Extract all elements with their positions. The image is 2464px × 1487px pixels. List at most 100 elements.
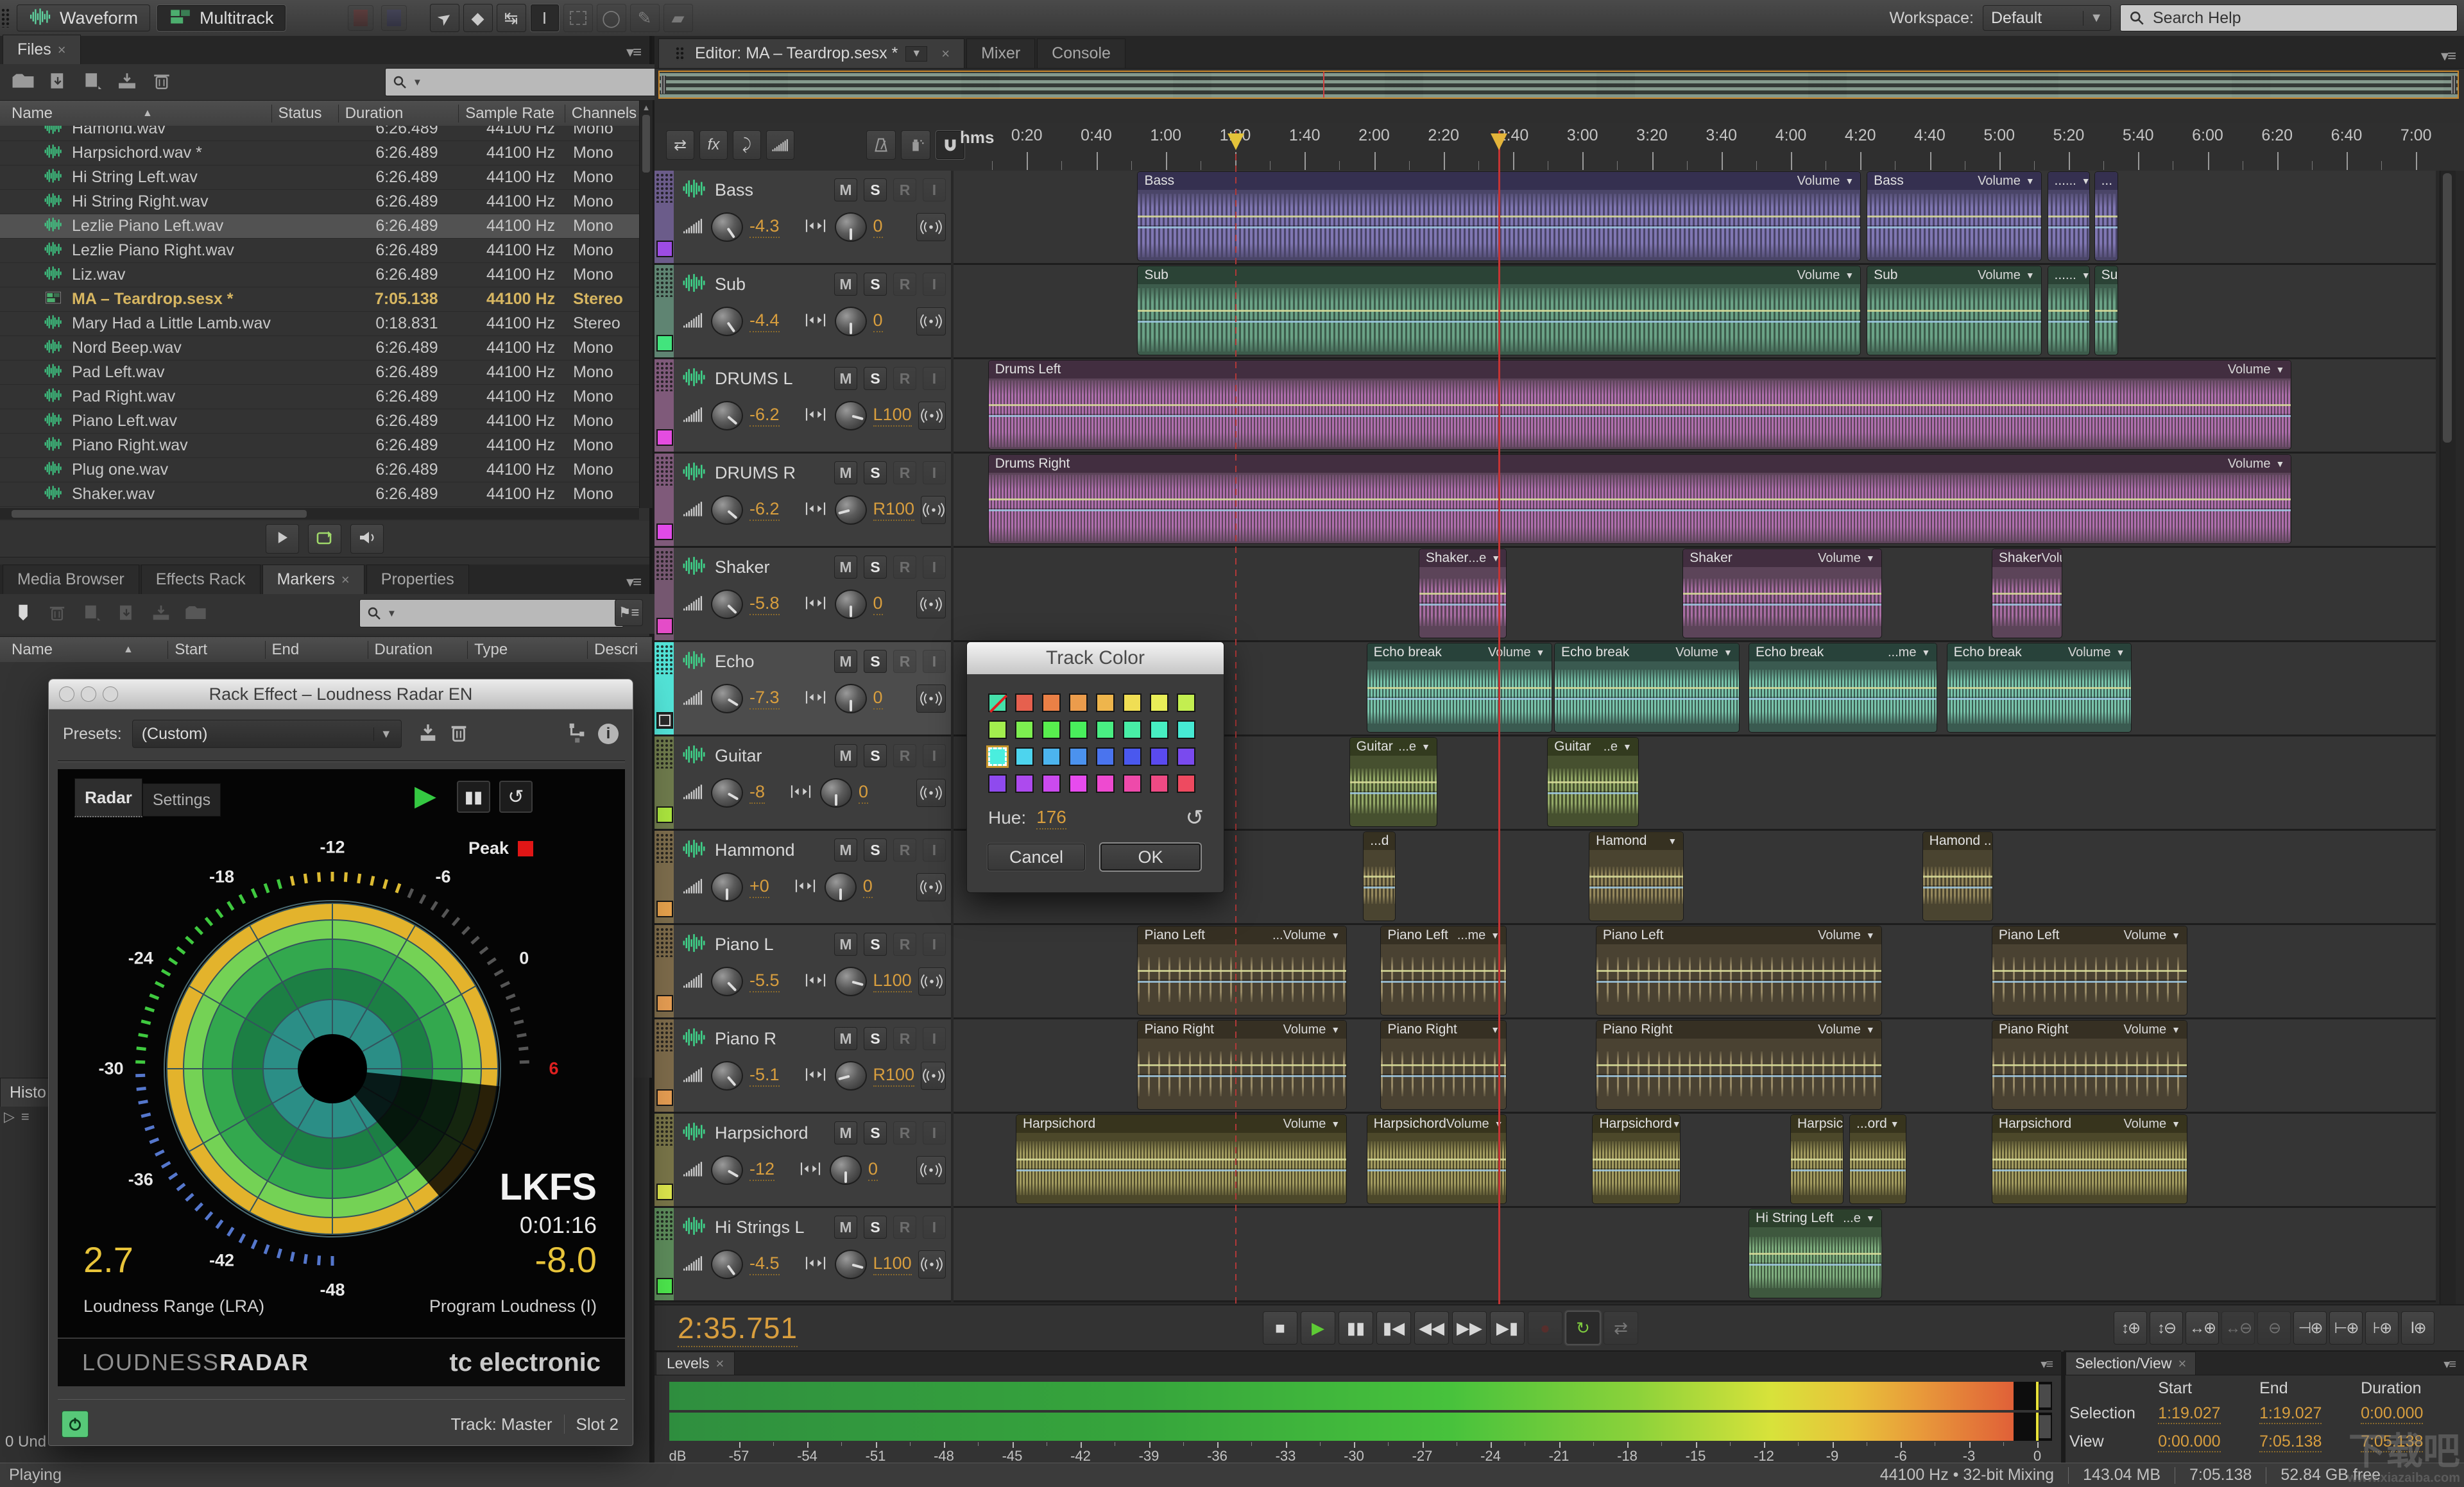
solo-button[interactable]: S <box>864 838 887 862</box>
marker-filter-icon[interactable]: ⚑≡ <box>615 599 643 626</box>
track-header-harpsichord[interactable]: Harpsichord M S R I -12 0 <box>654 1114 951 1208</box>
color-swatch[interactable] <box>1069 693 1088 712</box>
color-swatch[interactable] <box>1150 774 1168 793</box>
input-monitor-button[interactable]: I <box>923 838 946 862</box>
mute-button[interactable]: M <box>834 838 857 862</box>
color-swatch[interactable] <box>1096 693 1115 712</box>
move-tool[interactable]: ➤ <box>429 4 459 32</box>
zoom-in-vertical-button[interactable]: ↕⊕ <box>2114 1311 2147 1345</box>
delete-preset-trash-icon[interactable] <box>448 722 470 746</box>
volume-knob[interactable] <box>711 1250 743 1279</box>
track-header-piano-l[interactable]: Piano L M S R I -5.5 L100 <box>654 925 951 1019</box>
chevron-down-icon[interactable]: ▼ <box>1921 647 1930 658</box>
track-header-drums-l[interactable]: DRUMS L M S R I -6.2 L100 <box>654 359 951 454</box>
sends-button[interactable] <box>918 402 946 430</box>
track-name[interactable]: Echo <box>715 652 755 672</box>
input-monitor-button[interactable]: I <box>923 461 946 484</box>
close-icon[interactable]: × <box>941 46 950 62</box>
input-monitor-button[interactable]: I <box>923 650 946 673</box>
tab-effects-rack[interactable]: Effects Rack <box>141 565 261 594</box>
pan-knob[interactable] <box>834 401 867 430</box>
mute-button[interactable]: M <box>834 1121 857 1144</box>
volume-envelope-line[interactable] <box>1596 1064 1881 1066</box>
audio-clip[interactable]: Piano Right Volume ▼ <box>1992 1021 2187 1109</box>
audio-clip[interactable]: Hi String Left ...e ▼ <box>1749 1209 1881 1298</box>
chevron-down-icon[interactable]: ▼ <box>1724 647 1733 658</box>
file-row[interactable]: Mary Had a Little Lamb.wav 0:18.831 44100 … <box>0 312 639 336</box>
solo-button[interactable]: S <box>864 273 887 296</box>
mute-button[interactable]: M <box>834 933 857 956</box>
color-swatch[interactable] <box>1123 720 1142 739</box>
audio-clip[interactable]: Harpsic... <box>1791 1115 1844 1203</box>
input-monitor-button[interactable]: I <box>923 933 946 956</box>
record-arm-button[interactable]: R <box>893 1216 916 1239</box>
chevron-down-icon[interactable]: ▼ <box>2082 176 2090 186</box>
volume-value[interactable]: -12 <box>749 1159 775 1181</box>
mute-button[interactable]: M <box>834 461 857 484</box>
import-file-icon[interactable] <box>45 71 71 94</box>
info-icon[interactable]: i <box>598 724 619 744</box>
input-monitor-button[interactable]: I <box>923 556 946 579</box>
marquee-tool[interactable] <box>563 4 593 32</box>
tab-selection-view[interactable]: Selection/View × <box>2066 1352 2196 1375</box>
volume-knob[interactable] <box>711 1061 743 1091</box>
color-swatch[interactable] <box>1069 774 1088 793</box>
track-color-square[interactable] <box>656 1184 673 1200</box>
zoom-in-horizontal-button[interactable]: ↔⊕ <box>2186 1311 2219 1345</box>
volume-knob[interactable] <box>711 967 743 996</box>
pan-value[interactable]: 0 <box>873 216 883 238</box>
volume-envelope-line[interactable] <box>1683 592 1881 595</box>
export-icon[interactable] <box>149 602 173 625</box>
column-header-channels[interactable]: Channels <box>572 105 639 123</box>
track-lane-shaker[interactable]: Shaker...e▼ ShakerVolume▼ ShakerVolume▼ <box>954 548 2436 642</box>
selview-start-value[interactable]: 0:00.000 <box>2158 1432 2221 1452</box>
sends-button[interactable] <box>921 496 946 524</box>
zoom-out-point-button[interactable]: ⊢⊕ <box>2329 1311 2363 1345</box>
volume-knob[interactable] <box>711 872 743 902</box>
column-header-status[interactable]: Status <box>278 105 332 123</box>
pan-value[interactable]: R100 <box>873 499 915 521</box>
audio-clip[interactable]: Sub <box>2094 266 2118 355</box>
chevron-down-icon[interactable]: ▼ <box>1421 742 1430 752</box>
zoom-out-horizontal-button[interactable]: ↔⊖ <box>2221 1311 2255 1345</box>
pan-envelope-line[interactable] <box>1548 792 1638 795</box>
dialog-titlebar[interactable]: Track Color <box>967 642 1224 674</box>
volume-envelope-line[interactable] <box>1867 215 2041 217</box>
audio-clip[interactable]: Guitar ..e ▼ <box>1548 738 1638 826</box>
pan-envelope-line[interactable] <box>1683 604 1881 606</box>
solo-button[interactable]: S <box>864 178 887 201</box>
record-arm-button[interactable]: R <box>893 1027 916 1050</box>
markers-column-header[interactable]: Name ▲ Start End Duration Type Descri <box>0 636 652 663</box>
color-swatch[interactable] <box>1123 693 1142 712</box>
track-name[interactable]: Hammond <box>715 840 795 860</box>
color-swatch[interactable] <box>1096 774 1115 793</box>
tab-media-browser[interactable]: Media Browser <box>3 565 139 594</box>
skip-to-end-button[interactable]: ▶▮ <box>1490 1311 1525 1345</box>
audio-clip[interactable]: ...... ▼ <box>2048 172 2090 260</box>
audio-clip[interactable]: Echo break Volume ▼ <box>1554 643 1739 732</box>
quick-import-icon[interactable] <box>114 71 140 94</box>
solo-button[interactable]: S <box>864 461 887 484</box>
input-monitor-button[interactable]: I <box>923 1121 946 1144</box>
add-marker-icon[interactable] <box>10 602 35 625</box>
record-arm-button[interactable]: R <box>893 367 916 390</box>
color-swatch[interactable] <box>1177 693 1195 712</box>
zoom-out-vertical-button[interactable]: ↕⊖ <box>2150 1311 2183 1345</box>
track-color-square[interactable] <box>656 1089 673 1106</box>
track-color-square[interactable] <box>656 618 673 634</box>
track-color-strip[interactable] <box>654 642 674 735</box>
track-header-guitar[interactable]: Guitar M S R I -8 0 <box>654 736 951 831</box>
track-color-square[interactable] <box>656 335 673 352</box>
column-header-name[interactable]: Name ▲ <box>0 105 265 123</box>
pan-envelope-line[interactable] <box>1593 1169 1680 1172</box>
timeline-ruler[interactable]: ⇄fx⤸ hms 0:200:401:001:201:402:002:202:4… <box>654 123 2464 171</box>
save-preset-icon[interactable] <box>417 722 439 746</box>
record-button[interactable]: ● <box>1528 1311 1562 1345</box>
file-row[interactable]: Hi String Right.wav 6:26.489 44100 Hz Mono <box>0 190 639 214</box>
pan-value[interactable]: L100 <box>873 405 912 427</box>
volume-envelope-line[interactable] <box>1349 781 1437 783</box>
volume-envelope-line[interactable] <box>2048 309 2090 312</box>
pan-envelope-line[interactable] <box>1749 1264 1881 1266</box>
track-color-strip[interactable] <box>654 359 674 452</box>
color-swatch[interactable] <box>1042 774 1061 793</box>
